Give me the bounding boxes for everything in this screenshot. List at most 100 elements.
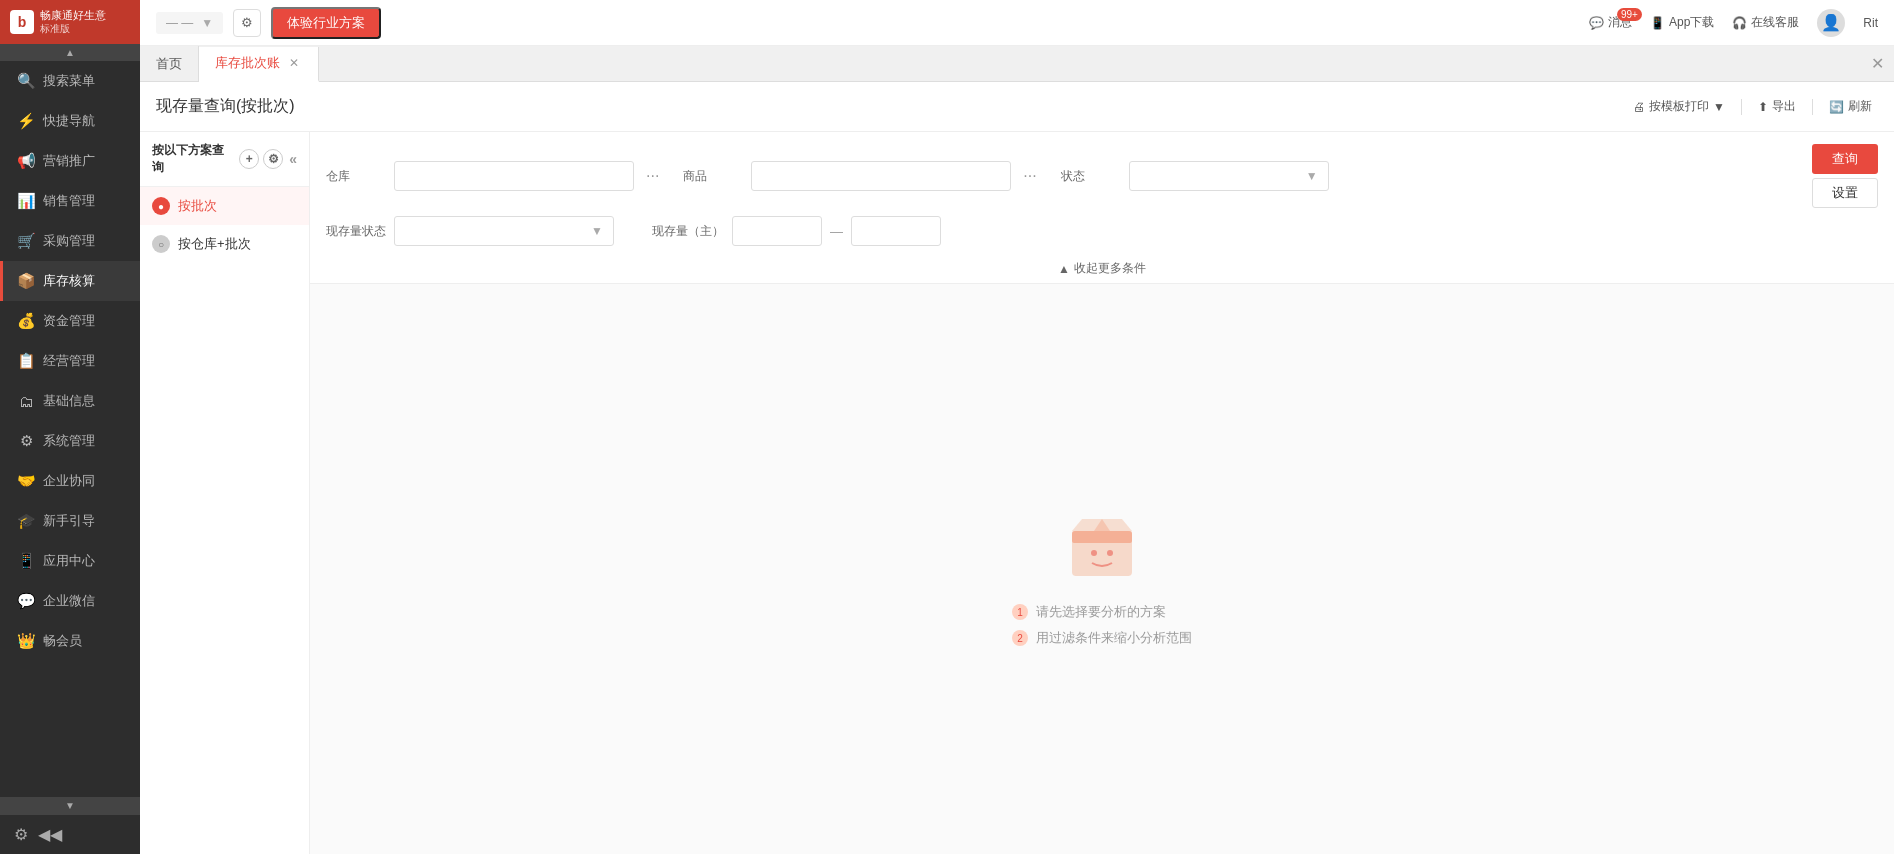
warehouse-label: 仓库: [326, 168, 386, 185]
sidebar: b 畅康通好生意 标准版 ▲ 🔍 搜索菜单 ⚡ 快捷导航 📢 营销推广 📊 销售…: [0, 0, 140, 854]
sidebar-item-label: 销售管理: [43, 192, 95, 210]
basics-icon: 🗂: [17, 393, 35, 410]
plan-item-by-warehouse-batch[interactable]: ○ 按仓库+批次: [140, 225, 309, 263]
warehouse-more-btn[interactable]: ···: [642, 167, 663, 185]
app-edition: 标准版: [40, 22, 106, 36]
sidebar-item-purchase[interactable]: 🛒 采购管理: [0, 221, 140, 261]
sidebar-item-member[interactable]: 👑 畅会员: [0, 621, 140, 661]
tip-text-1: 请先选择要分析的方案: [1036, 603, 1166, 621]
sidebar-item-label: 快捷导航: [43, 112, 95, 130]
breadcrumb-text: — —: [166, 16, 193, 30]
sidebar-item-newbie[interactable]: 🎓 新手引导: [0, 501, 140, 541]
tabs-bar: 首页 库存批次账 ✕ ✕: [140, 46, 1894, 82]
online-service-btn[interactable]: 🎧 在线客服: [1732, 14, 1799, 31]
export-btn[interactable]: ⬆ 导出: [1752, 94, 1802, 119]
stock-qty-max-input[interactable]: [851, 216, 941, 246]
topbar-gear-button[interactable]: ⚙: [233, 9, 261, 37]
tab-home-label: 首页: [156, 55, 182, 73]
page-title: 现存量查询(按批次): [156, 96, 295, 117]
stock-qty-min-input[interactable]: [732, 216, 822, 246]
sidebar-item-system[interactable]: ⚙ 系统管理: [0, 421, 140, 461]
sidebar-item-basics[interactable]: 🗂 基础信息: [0, 381, 140, 421]
empty-illustration: [1052, 491, 1152, 591]
sidebar-item-finance[interactable]: 💰 资金管理: [0, 301, 140, 341]
collapse-sidebar-icon[interactable]: ◀◀: [38, 825, 62, 844]
plan-label-by-batch: 按批次: [178, 197, 217, 215]
sidebar-item-inventory[interactable]: 📦 库存核算: [0, 261, 140, 301]
topbar-breadcrumb[interactable]: — — ▼: [156, 12, 223, 34]
sidebar-item-search-menu[interactable]: 🔍 搜索菜单: [0, 61, 140, 101]
tab-inventory-batch[interactable]: 库存批次账 ✕: [199, 47, 319, 82]
sidebar-item-label: 企业协同: [43, 472, 95, 490]
export-icon: ⬆: [1758, 100, 1768, 114]
sidebar-item-marketing[interactable]: 📢 营销推广: [0, 141, 140, 181]
tip-num-2: 2: [1012, 630, 1028, 646]
stock-qty-label: 现存量（主）: [652, 223, 724, 240]
collapse-conditions-btn[interactable]: ▲ 收起更多条件: [310, 254, 1894, 283]
sidebar-item-label: 畅会员: [43, 632, 82, 650]
sidebar-item-label: 系统管理: [43, 432, 95, 450]
sidebar-scroll-down[interactable]: ▼: [0, 797, 140, 814]
print-dropdown-icon[interactable]: ▼: [1713, 100, 1725, 114]
app-download-icon: 📱: [1650, 16, 1665, 30]
product-input[interactable]: [751, 161, 1011, 191]
refresh-btn[interactable]: 🔄 刷新: [1823, 94, 1878, 119]
app-download-btn[interactable]: 📱 App下载: [1650, 14, 1714, 31]
close-tab-icon[interactable]: ✕: [1871, 54, 1884, 73]
plan-item-by-batch[interactable]: ● 按批次: [140, 187, 309, 225]
sidebar-item-enterprise-wechat[interactable]: 💬 企业微信: [0, 581, 140, 621]
status-select[interactable]: ▼: [1129, 161, 1329, 191]
stock-qty-dash: —: [830, 224, 843, 239]
tabs-right: ✕: [1871, 54, 1894, 73]
system-icon: ⚙: [17, 432, 35, 450]
experience-btn[interactable]: 体验行业方案: [271, 7, 381, 39]
refresh-icon: 🔄: [1829, 100, 1844, 114]
username-label: Rit: [1863, 16, 1878, 30]
print-label: 按模板打印: [1649, 98, 1709, 115]
tab-home[interactable]: 首页: [140, 46, 199, 81]
status-arrow-icon: ▼: [1306, 169, 1318, 183]
filter-section: 仓库 ··· 商品 ··· 状态 ▼ 查询 设置: [310, 132, 1894, 284]
sidebar-item-app-center[interactable]: 📱 应用中心: [0, 541, 140, 581]
operations-icon: 📋: [17, 352, 35, 370]
stock-status-select[interactable]: ▼: [394, 216, 614, 246]
gear-icon: ⚙: [241, 15, 253, 30]
left-panel-actions: + ⚙: [239, 149, 283, 169]
product-label: 商品: [683, 168, 743, 185]
sidebar-item-enterprise[interactable]: 🤝 企业协同: [0, 461, 140, 501]
settings-footer-icon[interactable]: ⚙: [14, 825, 28, 844]
messages-btn[interactable]: 💬 消息 99+: [1589, 14, 1632, 31]
main-content: — — ▼ ⚙ 体验行业方案 💬 消息 99+ 📱 App下载 🎧 在线客服 👤…: [140, 0, 1894, 854]
add-plan-btn[interactable]: +: [239, 149, 259, 169]
sidebar-item-label: 库存核算: [43, 272, 95, 290]
tab-close-inventory-batch[interactable]: ✕: [286, 55, 302, 71]
empty-tip-1: 1 请先选择要分析的方案: [1012, 603, 1192, 621]
plan-settings-btn[interactable]: ⚙: [263, 149, 283, 169]
tip-num-1: 1: [1012, 604, 1028, 620]
warehouse-input[interactable]: [394, 161, 634, 191]
sidebar-item-label: 新手引导: [43, 512, 95, 530]
sidebar-item-operations[interactable]: 📋 经营管理: [0, 341, 140, 381]
add-plan-icon: +: [246, 152, 253, 166]
svg-point-3: [1107, 550, 1113, 556]
product-more-btn[interactable]: ···: [1019, 167, 1040, 185]
sidebar-scroll-up[interactable]: ▲: [0, 44, 140, 61]
tip-text-2: 用过滤条件来缩小分析范围: [1036, 629, 1192, 647]
empty-state: 1 请先选择要分析的方案 2 用过滤条件来缩小分析范围: [310, 284, 1894, 854]
print-btn[interactable]: 🖨 按模板打印 ▼: [1627, 94, 1731, 119]
sidebar-item-quick-nav[interactable]: ⚡ 快捷导航: [0, 101, 140, 141]
app-center-icon: 📱: [17, 552, 35, 570]
tab-inventory-batch-label: 库存批次账: [215, 54, 280, 72]
messages-badge: 99+: [1617, 8, 1642, 21]
page-header: 现存量查询(按批次) 🖨 按模板打印 ▼ ⬆ 导出 🔄 刷新: [140, 82, 1894, 132]
sidebar-item-label: 基础信息: [43, 392, 95, 410]
right-content: 仓库 ··· 商品 ··· 状态 ▼ 查询 设置: [310, 132, 1894, 854]
query-btn[interactable]: 查询: [1812, 144, 1878, 174]
sidebar-item-label: 企业微信: [43, 592, 95, 610]
sidebar-item-sales[interactable]: 📊 销售管理: [0, 181, 140, 221]
left-panel-title: 按以下方案查询: [152, 142, 233, 176]
settings-btn[interactable]: 设置: [1812, 178, 1878, 208]
plan-settings-icon: ⚙: [268, 152, 279, 166]
collapse-panel-btn[interactable]: «: [289, 151, 297, 167]
content-area: 按以下方案查询 + ⚙ « ● 按批次: [140, 132, 1894, 854]
